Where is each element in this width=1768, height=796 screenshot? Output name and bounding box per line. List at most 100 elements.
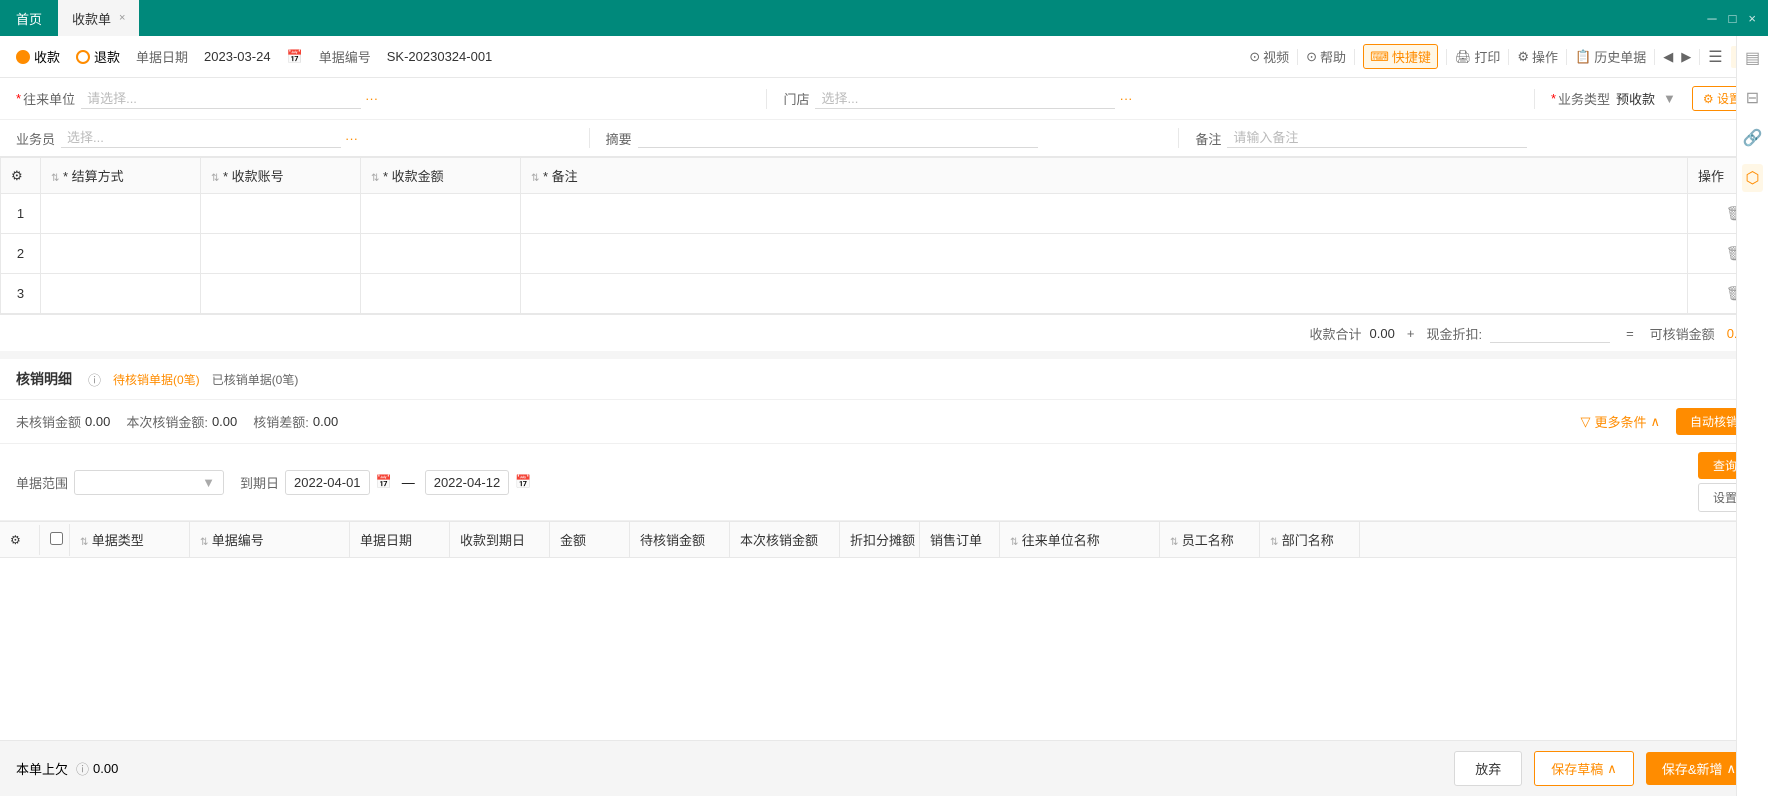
list-view-icon[interactable]: ☰	[1708, 47, 1722, 67]
bt-settings-col[interactable]: ⚙	[0, 525, 40, 555]
settings-icon[interactable]: ⚙	[11, 168, 23, 183]
business-type-required: *	[1551, 91, 1556, 106]
row2-amount-cell[interactable]	[361, 234, 521, 274]
radio-collection-label: 收款	[34, 47, 60, 66]
history-action[interactable]: 📋 历史单据	[1575, 47, 1646, 66]
nav-next-icon[interactable]: ▶	[1681, 49, 1691, 65]
maximize-button[interactable]: □	[1729, 11, 1737, 26]
stats-row: 未核销金额 0.00 本次核销金额: 0.00 核销差额: 0.00 ▽ 更多条…	[0, 400, 1768, 444]
radio-dot-collection	[16, 50, 30, 64]
row1-note-cell[interactable]	[521, 194, 1688, 234]
shortcut-action[interactable]: ⌨ 快捷键	[1363, 44, 1438, 69]
chevron-up-icon: ∧	[1650, 414, 1660, 430]
date-to-input[interactable]: 2022-04-12	[425, 470, 510, 495]
counterpart-more-icon[interactable]: ···	[361, 91, 382, 106]
sidebar-table-icon[interactable]: ▤	[1741, 44, 1764, 72]
discount-label: 现金折扣:	[1426, 324, 1482, 343]
footer-info-value: 0.00	[93, 761, 118, 776]
row3-note-cell[interactable]	[521, 274, 1688, 314]
available-label: 可核销金额	[1650, 324, 1715, 343]
table-row: 3 🗑 ⊞	[1, 274, 1768, 314]
sort-icon-staff[interactable]: ⇅	[1170, 537, 1178, 548]
sort-icon-dept[interactable]: ⇅	[1270, 537, 1278, 548]
bottom-table-header: ⚙ ⇅ 单据类型 ⇅ 单据编号 单据日期 收款到期日 金额 待核销金额	[0, 521, 1768, 558]
shortcut-icon: ⌨	[1370, 49, 1389, 65]
diff-stat: 核销差额: 0.00	[253, 412, 338, 431]
active-tab-receipt[interactable]: 收款单 ×	[58, 0, 139, 36]
video-action[interactable]: ⊙ 视频	[1249, 47, 1289, 66]
select-all-checkbox[interactable]	[50, 532, 63, 545]
more-conditions-btn[interactable]: ▽ 更多条件 ∧	[1580, 412, 1660, 431]
sidebar-link-icon[interactable]: 🔗	[1739, 124, 1767, 152]
home-tab[interactable]: 首页	[0, 0, 58, 36]
tab-close-icon[interactable]: ×	[119, 12, 125, 24]
abandon-button[interactable]: 放弃	[1454, 751, 1522, 786]
main-content: 收款 退款 单据日期 2023-03-24 📅 单据编号 SK-20230324…	[0, 36, 1768, 796]
minimize-button[interactable]: ─	[1707, 11, 1716, 26]
operation-action[interactable]: ⚙ 操作	[1517, 47, 1558, 66]
uncancelled-stat: 未核销金额 0.00	[16, 412, 110, 431]
date-value: 2023-03-24	[204, 49, 271, 64]
counterpart-input[interactable]	[81, 89, 361, 109]
bt-checkbox-col	[40, 524, 70, 556]
date-from-input[interactable]: 2022-04-01	[285, 470, 370, 495]
sort-icon-account[interactable]: ⇅	[211, 173, 219, 184]
row-num-3: 3	[1, 274, 41, 314]
info-icon[interactable]: ⓘ	[88, 370, 101, 389]
discount-input[interactable]	[1490, 323, 1610, 343]
staff-more-icon[interactable]: ···	[341, 131, 362, 146]
sort-icon-number[interactable]: ⇅	[200, 537, 208, 548]
toolbar-actions: ⊙ 视频 ⊙ 帮助 ⌨ 快捷键 🖨 打印 ⚙ 操作	[1249, 44, 1752, 69]
radio-collection[interactable]: 收款	[16, 47, 60, 66]
nav-prev-icon[interactable]: ◀	[1663, 49, 1673, 65]
range-select[interactable]: ▼	[74, 470, 224, 495]
row3-method-cell[interactable]	[41, 274, 201, 314]
row3-account-cell[interactable]	[201, 274, 361, 314]
sort-icon-method[interactable]: ⇅	[51, 173, 59, 184]
print-action[interactable]: 🖨 打印	[1455, 47, 1501, 66]
close-button[interactable]: ×	[1748, 11, 1756, 26]
done-tab-link[interactable]: 已核销单据(0笔)	[212, 371, 299, 388]
help-action[interactable]: ⊙ 帮助	[1306, 47, 1346, 66]
row3-amount-cell[interactable]	[361, 274, 521, 314]
store-input[interactable]	[815, 89, 1115, 109]
radio-dot-refund	[76, 50, 90, 64]
staff-field-group: 业务员 ···	[16, 128, 573, 148]
equals-sign: =	[1626, 326, 1634, 341]
business-type-value: 预收款	[1616, 89, 1655, 108]
sort-icon-amount[interactable]: ⇅	[371, 173, 379, 184]
active-tab-label: 收款单	[72, 9, 111, 28]
sidebar-frame-icon[interactable]: ⬡	[1742, 164, 1764, 192]
col-method-header: ⇅ * 结算方式	[41, 158, 201, 194]
col-settings-header[interactable]: ⚙	[1, 158, 41, 194]
help-icon: ⊙	[1306, 49, 1317, 65]
sort-icon-type[interactable]: ⇅	[80, 537, 88, 548]
col-note-header: ⇅ * 备注	[521, 158, 1688, 194]
bt-due-col: 收款到期日	[450, 522, 550, 557]
bt-counterpart-col: ⇅ 往来单位名称	[1000, 522, 1160, 557]
bt-number-col: ⇅ 单据编号	[190, 522, 350, 557]
summary-input[interactable]	[638, 128, 1038, 148]
row2-account-cell[interactable]	[201, 234, 361, 274]
dropdown-icon[interactable]: ▼	[1663, 91, 1676, 106]
radio-refund[interactable]: 退款	[76, 47, 120, 66]
calendar-to-icon[interactable]: 📅	[515, 474, 531, 490]
row2-note-cell[interactable]	[521, 234, 1688, 274]
pending-tab-link[interactable]: 待核销单据(0笔)	[113, 371, 200, 388]
sort-icon-counterpart[interactable]: ⇅	[1010, 537, 1018, 548]
calendar-from-icon[interactable]: 📅	[376, 474, 392, 490]
staff-input[interactable]	[61, 128, 341, 148]
store-more-icon[interactable]: ···	[1115, 91, 1136, 106]
row2-method-cell[interactable]	[41, 234, 201, 274]
sidebar-list-icon[interactable]: ⊟	[1742, 84, 1763, 112]
uncancelled-value: 0.00	[85, 414, 110, 429]
save-draft-button[interactable]: 保存草稿 ∧	[1534, 751, 1634, 786]
calendar-icon[interactable]: 📅	[287, 49, 303, 65]
window-controls: ─ □ ×	[1707, 11, 1768, 26]
total-value: 0.00	[1370, 326, 1395, 341]
footer-info-icon[interactable]: ⓘ	[76, 759, 89, 778]
row1-method-cell[interactable]	[41, 194, 201, 234]
row1-amount-cell[interactable]	[361, 194, 521, 234]
row1-account-cell[interactable]	[201, 194, 361, 234]
note-input[interactable]	[1227, 128, 1527, 148]
